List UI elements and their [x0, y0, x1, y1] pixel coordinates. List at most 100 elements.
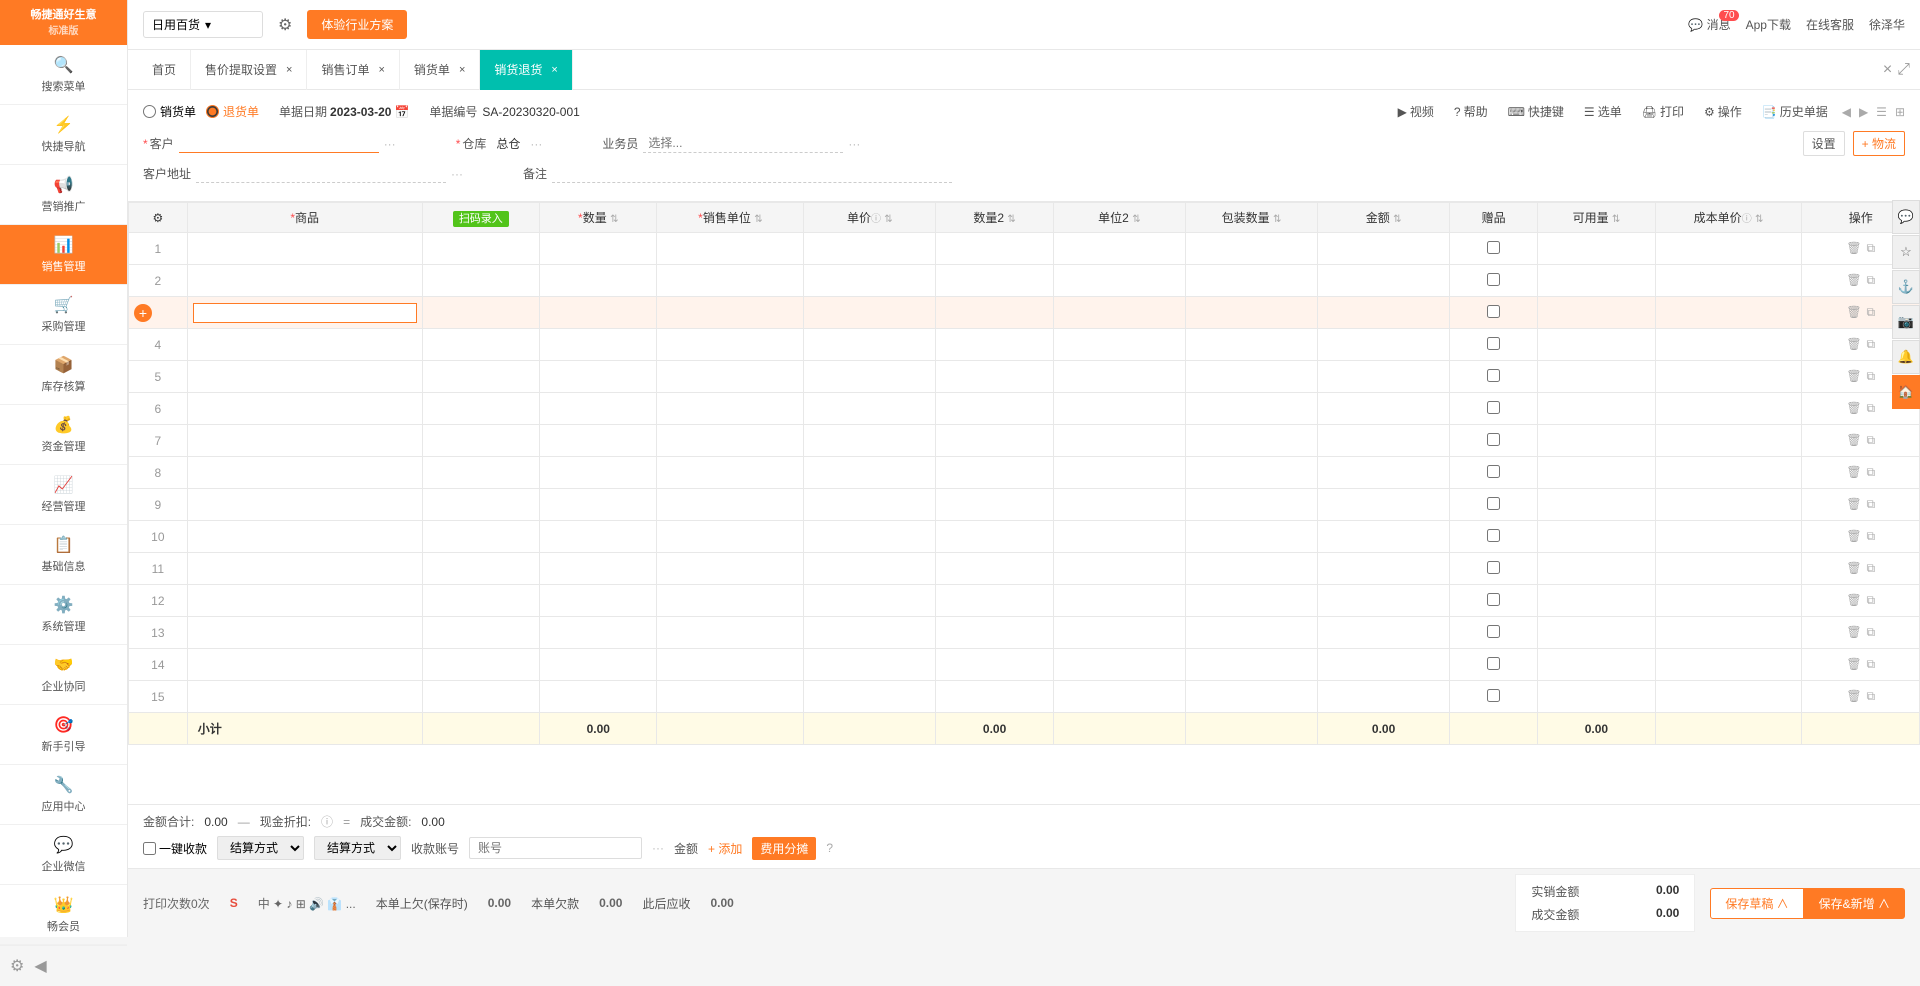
right-btn-6[interactable]: 🏠: [1892, 375, 1920, 409]
app-download-btn[interactable]: App下载: [1746, 16, 1791, 33]
copy-row-btn[interactable]: ⧉: [1867, 529, 1876, 544]
sidebar-item-apps[interactable]: 🔧 应用中心: [0, 765, 127, 825]
qty-cell[interactable]: [540, 329, 657, 361]
unit-cell[interactable]: [657, 585, 804, 617]
unit-cell[interactable]: [657, 265, 804, 297]
gift-cell[interactable]: [1450, 265, 1538, 297]
tab-sales-return[interactable]: 销货退货 ×: [480, 50, 572, 90]
price-cell[interactable]: [804, 489, 936, 521]
col-qty[interactable]: *数量: [540, 203, 657, 233]
unit-cell[interactable]: [657, 457, 804, 489]
qty-cell[interactable]: [540, 297, 657, 329]
gift-cell[interactable]: [1450, 649, 1538, 681]
tab-sales-return-close-icon[interactable]: ×: [551, 64, 557, 76]
gift-cell[interactable]: [1450, 521, 1538, 553]
qty2-cell[interactable]: [936, 297, 1053, 329]
sidebar-collapse-icon[interactable]: ◀: [34, 956, 46, 976]
copy-row-btn[interactable]: ⧉: [1867, 273, 1876, 288]
address-input[interactable]: [196, 164, 446, 183]
gift-cell[interactable]: [1450, 361, 1538, 393]
unit2-cell[interactable]: [1053, 297, 1185, 329]
product-cell[interactable]: [187, 585, 422, 617]
radio-return-label[interactable]: 退货单: [206, 103, 259, 120]
unit-cell[interactable]: [657, 425, 804, 457]
unit2-cell[interactable]: [1053, 585, 1185, 617]
tab-price-setup[interactable]: 售价提取设置 ×: [191, 50, 307, 90]
price-cell[interactable]: [804, 361, 936, 393]
delete-row-btn[interactable]: 🗑: [1846, 561, 1861, 576]
copy-row-btn[interactable]: ⧉: [1867, 337, 1876, 352]
sidebar-item-marketing[interactable]: 📢 营销推广: [0, 165, 127, 225]
price-cell[interactable]: [804, 457, 936, 489]
qty-cell[interactable]: [540, 521, 657, 553]
sidebar-item-wechat[interactable]: 💬 企业微信: [0, 825, 127, 885]
qty2-cell[interactable]: [936, 329, 1053, 361]
unit2-cell[interactable]: [1053, 233, 1185, 265]
right-btn-5[interactable]: 🔔: [1892, 340, 1920, 374]
copy-row-btn[interactable]: ⧉: [1867, 497, 1876, 512]
unit-cell[interactable]: [657, 329, 804, 361]
price-cell[interactable]: [804, 265, 936, 297]
message-btn[interactable]: 💬 70 消息: [1688, 16, 1730, 33]
pack-cell[interactable]: [1185, 585, 1317, 617]
unit2-cell[interactable]: [1053, 649, 1185, 681]
product-input[interactable]: [193, 303, 417, 323]
fee-help-icon[interactable]: ?: [826, 841, 833, 855]
col-gear[interactable]: ⚙: [129, 203, 188, 233]
amount-cell[interactable]: [1318, 265, 1450, 297]
right-btn-3[interactable]: ⚓: [1892, 270, 1920, 304]
qty2-cell[interactable]: [936, 617, 1053, 649]
gift-cell[interactable]: [1450, 233, 1538, 265]
gift-cell[interactable]: [1450, 329, 1538, 361]
amount-cell[interactable]: [1318, 297, 1450, 329]
amount-cell[interactable]: [1318, 329, 1450, 361]
gift-checkbox[interactable]: [1487, 369, 1500, 382]
col-qty2[interactable]: 数量2: [936, 203, 1053, 233]
amount-cell[interactable]: [1318, 361, 1450, 393]
delete-row-btn[interactable]: 🗑: [1846, 401, 1861, 416]
category-select[interactable]: 日用百货 ▾: [143, 11, 263, 38]
sidebar-item-operation[interactable]: 📈 经营管理: [0, 465, 127, 525]
gift-checkbox[interactable]: [1487, 401, 1500, 414]
setup-btn[interactable]: 设置: [1803, 131, 1845, 156]
salesperson-dots[interactable]: ···: [848, 137, 860, 151]
product-cell[interactable]: [187, 393, 422, 425]
unit2-cell[interactable]: [1053, 617, 1185, 649]
qty-cell[interactable]: [540, 649, 657, 681]
gift-checkbox[interactable]: [1487, 497, 1500, 510]
pack-cell[interactable]: [1185, 297, 1317, 329]
video-btn[interactable]: ▶ 视频: [1392, 100, 1440, 123]
view-grid-icon[interactable]: ⊞: [1895, 105, 1905, 119]
sidebar-item-purchase[interactable]: 🛒 采购管理: [0, 285, 127, 345]
gift-cell[interactable]: [1450, 297, 1538, 329]
qty-cell[interactable]: [540, 617, 657, 649]
product-cell[interactable]: [187, 521, 422, 553]
gift-checkbox[interactable]: [1487, 657, 1500, 670]
gift-cell[interactable]: [1450, 489, 1538, 521]
unit-cell[interactable]: [657, 681, 804, 713]
sidebar-item-search[interactable]: 🔍 搜索菜单: [0, 45, 127, 105]
delete-row-btn[interactable]: 🗑: [1846, 529, 1861, 544]
view-list-icon[interactable]: ☰: [1876, 105, 1887, 119]
gift-checkbox[interactable]: [1487, 529, 1500, 542]
product-cell[interactable]: [187, 233, 422, 265]
gift-cell[interactable]: [1450, 617, 1538, 649]
amount-cell[interactable]: [1318, 425, 1450, 457]
amount-cell[interactable]: [1318, 489, 1450, 521]
history-btn[interactable]: 📑 历史单据: [1756, 100, 1834, 123]
pack-cell[interactable]: [1185, 361, 1317, 393]
pack-cell[interactable]: [1185, 265, 1317, 297]
price-cell[interactable]: [804, 425, 936, 457]
product-cell[interactable]: [187, 361, 422, 393]
tab-expand-btn[interactable]: ⤢: [1897, 61, 1910, 79]
copy-row-btn[interactable]: ⧉: [1867, 465, 1876, 480]
price-cell[interactable]: [804, 585, 936, 617]
one-click-pay-input[interactable]: [143, 842, 156, 855]
product-cell[interactable]: [187, 649, 422, 681]
product-cell[interactable]: [187, 489, 422, 521]
delete-row-btn[interactable]: 🗑: [1846, 465, 1861, 480]
scan-btn[interactable]: 扫码录入: [453, 211, 509, 227]
delete-row-btn[interactable]: 🗑: [1846, 273, 1861, 288]
unit-cell[interactable]: [657, 649, 804, 681]
qty-cell[interactable]: [540, 489, 657, 521]
